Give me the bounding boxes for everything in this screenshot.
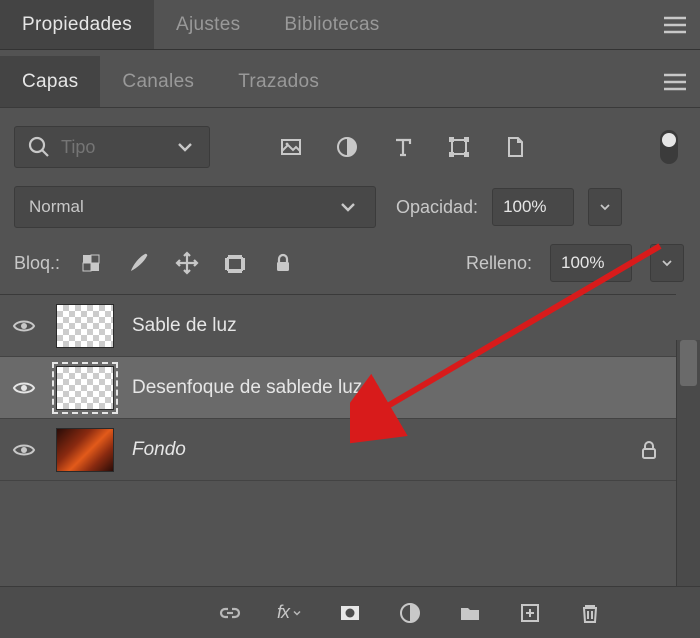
filter-input[interactable] bbox=[61, 137, 163, 158]
fill-dropdown[interactable] bbox=[650, 244, 684, 282]
filter-type-icon[interactable] bbox=[390, 134, 416, 160]
chevron-down-icon bbox=[173, 134, 197, 160]
add-adjustment-icon[interactable] bbox=[397, 600, 423, 626]
layers-scrollbar[interactable] bbox=[676, 340, 700, 586]
blend-row: Normal Opacidad: 100% bbox=[0, 178, 700, 236]
layer-name[interactable]: Fondo bbox=[132, 439, 186, 461]
opacity-value: 100% bbox=[503, 197, 546, 217]
filter-row bbox=[0, 108, 700, 178]
new-layer-icon[interactable] bbox=[517, 600, 543, 626]
lock-position-icon[interactable] bbox=[174, 250, 200, 276]
layers-list: Sable de luz Desenfoque de sablede luz F… bbox=[0, 294, 676, 481]
opacity-value-box[interactable]: 100% bbox=[492, 188, 574, 226]
lock-transparency-icon[interactable] bbox=[78, 250, 104, 276]
fill-label: Relleno: bbox=[466, 253, 532, 274]
filter-adjustment-icon[interactable] bbox=[334, 134, 360, 160]
fill-value-box[interactable]: 100% bbox=[550, 244, 632, 282]
visibility-icon[interactable] bbox=[10, 376, 38, 400]
layer-row[interactable]: Fondo bbox=[0, 419, 676, 481]
panel-menu-icon[interactable] bbox=[650, 0, 700, 49]
tab-ajustes[interactable]: Ajustes bbox=[154, 0, 262, 49]
blend-mode-value: Normal bbox=[29, 197, 84, 217]
properties-tabs: Propiedades Ajustes Bibliotecas bbox=[0, 0, 700, 50]
search-icon bbox=[27, 134, 51, 160]
opacity-label: Opacidad: bbox=[396, 197, 478, 218]
layer-fx-icon[interactable]: fx bbox=[277, 602, 303, 623]
tab-propiedades[interactable]: Propiedades bbox=[0, 0, 154, 49]
link-layers-icon[interactable] bbox=[217, 600, 243, 626]
delete-layer-icon[interactable] bbox=[577, 600, 603, 626]
chevron-down-icon bbox=[335, 194, 361, 220]
layers-menu-icon[interactable] bbox=[650, 56, 700, 107]
layer-row[interactable]: Desenfoque de sablede luz bbox=[0, 357, 676, 419]
visibility-icon[interactable] bbox=[10, 314, 38, 338]
lock-artboard-icon[interactable] bbox=[222, 250, 248, 276]
layers-bottom-toolbar: fx bbox=[0, 586, 700, 638]
layer-name[interactable]: Sable de luz bbox=[132, 315, 237, 337]
scrollbar-thumb[interactable] bbox=[680, 340, 697, 386]
filter-pixel-icon[interactable] bbox=[278, 134, 304, 160]
lock-row: Bloq.: Relleno: 100% bbox=[0, 236, 700, 288]
filter-smartobject-icon[interactable] bbox=[502, 134, 528, 160]
lock-pixels-icon[interactable] bbox=[126, 250, 152, 276]
lock-label: Bloq.: bbox=[14, 253, 60, 274]
layer-row[interactable]: Sable de luz bbox=[0, 295, 676, 357]
tab-bibliotecas[interactable]: Bibliotecas bbox=[262, 0, 401, 49]
tab-canales[interactable]: Canales bbox=[100, 56, 216, 107]
blend-mode-select[interactable]: Normal bbox=[14, 186, 376, 228]
tab-trazados[interactable]: Trazados bbox=[216, 56, 341, 107]
fill-value: 100% bbox=[561, 253, 604, 273]
filter-shape-icon[interactable] bbox=[446, 134, 472, 160]
filter-toggle[interactable] bbox=[660, 130, 678, 164]
visibility-icon[interactable] bbox=[10, 438, 38, 462]
layers-tabs: Capas Canales Trazados bbox=[0, 56, 700, 108]
add-group-icon[interactable] bbox=[457, 600, 483, 626]
layer-thumbnail[interactable] bbox=[56, 428, 114, 472]
lock-all-icon[interactable] bbox=[270, 250, 296, 276]
opacity-dropdown[interactable] bbox=[588, 188, 622, 226]
layer-name[interactable]: Desenfoque de sablede luz bbox=[132, 377, 362, 399]
layer-filter-select[interactable] bbox=[14, 126, 210, 168]
add-mask-icon[interactable] bbox=[337, 600, 363, 626]
layer-thumbnail[interactable] bbox=[56, 304, 114, 348]
tab-capas[interactable]: Capas bbox=[0, 56, 100, 107]
layer-thumbnail[interactable] bbox=[56, 366, 114, 410]
layer-lock-icon[interactable] bbox=[636, 437, 662, 463]
